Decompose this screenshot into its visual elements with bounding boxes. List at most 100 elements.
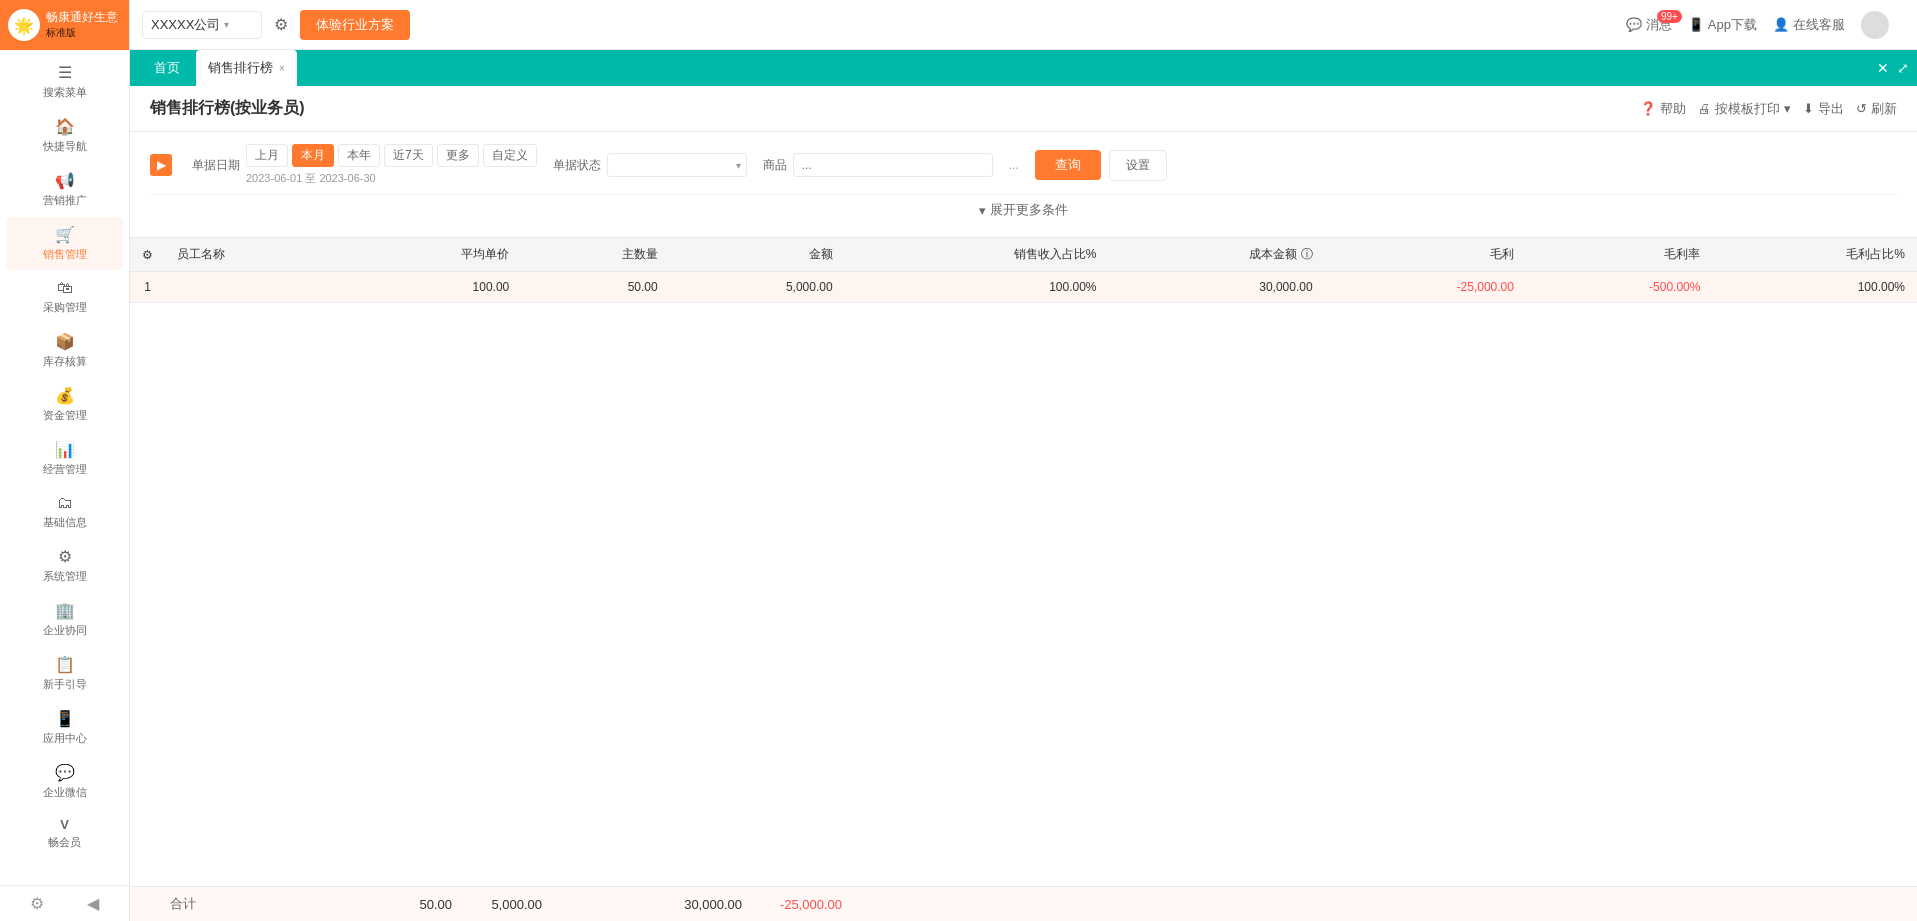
- cell-sales-pct: 100.00%: [845, 272, 1109, 303]
- purchase-icon: 🛍: [57, 279, 73, 297]
- topbar-settings-icon[interactable]: ⚙: [274, 15, 288, 34]
- footer-cells: 50.00 5,000.00 30,000.00 -25,000.00: [292, 897, 1905, 912]
- basic-info-icon: 🗂: [57, 494, 73, 512]
- goods-input[interactable]: [793, 153, 993, 177]
- tab-close-icon[interactable]: ×: [279, 63, 285, 74]
- guide-icon: 📋: [55, 655, 75, 674]
- tab-label: 销售排行榜: [208, 59, 273, 77]
- print-icon: 🖨: [1698, 101, 1711, 116]
- filter-expand-toggle[interactable]: ▶: [150, 154, 172, 176]
- footer-cost: 30,000.00: [642, 897, 742, 912]
- window-expand-icon[interactable]: ⤢: [1897, 60, 1909, 76]
- topbar-right: 💬 消息 99+ 📱 App下载 👤 在线客服: [1626, 11, 1905, 39]
- online-service-btn[interactable]: 👤 在线客服: [1773, 16, 1845, 34]
- date-btn-more[interactable]: 更多: [437, 144, 479, 167]
- company-dropdown-chevron: ▾: [224, 19, 229, 30]
- search-menu-icon: ☰: [58, 63, 72, 82]
- cell-gross-pct: 100.00%: [1712, 272, 1917, 303]
- query-btn[interactable]: 查询: [1035, 150, 1101, 180]
- template-print-label: 按模板打印: [1715, 100, 1780, 118]
- refresh-label: 刷新: [1871, 100, 1897, 118]
- footer-blank1: [292, 897, 372, 912]
- date-range-buttons: 上月 本月 本年 近7天 更多 自定义: [246, 144, 537, 167]
- tab-sales-ranking[interactable]: 销售排行榜 ×: [196, 50, 297, 86]
- sidebar-item-label: 销售管理: [43, 247, 87, 262]
- sidebar-item-search[interactable]: ☰ 搜索菜单: [6, 55, 123, 108]
- footer-blank2: [542, 897, 642, 912]
- sidebar-item-label: 资金管理: [43, 408, 87, 423]
- sidebar-item-app-center[interactable]: 📱 应用中心: [6, 701, 123, 754]
- sidebar-item-label: 经营管理: [43, 462, 87, 477]
- member-icon: V: [60, 817, 69, 832]
- try-industry-btn[interactable]: 体验行业方案: [300, 10, 410, 40]
- more-filter-btn[interactable]: ...: [1009, 158, 1019, 172]
- app-name: 畅康通好生意: [46, 10, 118, 26]
- sidebar-item-purchase[interactable]: 🛍 采购管理: [6, 271, 123, 323]
- sidebar-item-label: 应用中心: [43, 731, 87, 746]
- filter-goods: 商品: [763, 153, 993, 177]
- date-btn-custom[interactable]: 自定义: [483, 144, 537, 167]
- sidebar-item-member[interactable]: V 畅会员: [6, 809, 123, 858]
- app-logo: 🌟 畅康通好生意 标准版: [0, 0, 129, 50]
- online-service-icon: 👤: [1773, 17, 1789, 32]
- tab-home[interactable]: 首页: [138, 50, 196, 86]
- app-download-btn[interactable]: 📱 App下载: [1688, 16, 1757, 34]
- col-avg-price: 平均单价: [343, 238, 521, 272]
- window-controls: ✕ ⤢: [1877, 60, 1909, 76]
- refresh-btn[interactable]: ↺ 刷新: [1856, 100, 1897, 118]
- template-print-btn[interactable]: 🖨 按模板打印 ▾: [1698, 100, 1791, 118]
- col-settings[interactable]: ⚙: [130, 238, 165, 272]
- date-btn-this-year[interactable]: 本年: [338, 144, 380, 167]
- sidebar-item-label: 基础信息: [43, 515, 87, 530]
- message-badge: 99+: [1657, 10, 1682, 23]
- sidebar-item-guide[interactable]: 📋 新手引导: [6, 647, 123, 700]
- sidebar-item-enterprise-wx[interactable]: 💬 企业微信: [6, 755, 123, 808]
- status-select[interactable]: [607, 153, 747, 177]
- sidebar-collapse-btn[interactable]: ◀: [87, 894, 99, 913]
- window-close-icon[interactable]: ✕: [1877, 60, 1889, 76]
- sidebar-item-system[interactable]: ⚙ 系统管理: [6, 539, 123, 592]
- help-btn[interactable]: ❓ 帮助: [1640, 100, 1686, 118]
- sidebar-item-label: 新手引导: [43, 677, 87, 692]
- sidebar-item-marketing[interactable]: 📢 营销推广: [6, 163, 123, 216]
- app-edition: 标准版: [46, 26, 118, 40]
- filter-date: 单据日期 上月 本月 本年 近7天 更多 自定义 2023-06-01 至 20…: [192, 144, 537, 186]
- company-selector[interactable]: XXXXX公司 ▾: [142, 11, 262, 39]
- home-icon: 🏠: [55, 117, 75, 136]
- sidebar-item-label: 快捷导航: [43, 139, 87, 154]
- cell-cost: 30,000.00: [1109, 272, 1325, 303]
- page-header: 销售排行榜(按业务员) ❓ 帮助 🖨 按模板打印 ▾ ⬇ 导出 ↺ 刷新: [130, 86, 1917, 132]
- sidebar-item-label: 库存核算: [43, 354, 87, 369]
- settings-link-btn[interactable]: 设置: [1109, 150, 1167, 181]
- topbar: XXXXX公司 ▾ ⚙ 体验行业方案 💬 消息 99+ 📱 App下载 👤 在线…: [130, 0, 1917, 50]
- user-avatar[interactable]: [1861, 11, 1889, 39]
- date-btn-this-month[interactable]: 本月: [292, 144, 334, 167]
- page-header-actions: ❓ 帮助 🖨 按模板打印 ▾ ⬇ 导出 ↺ 刷新: [1640, 100, 1897, 118]
- export-btn[interactable]: ⬇ 导出: [1803, 100, 1844, 118]
- sidebar-item-finance[interactable]: 💰 资金管理: [6, 378, 123, 431]
- system-icon: ⚙: [58, 547, 72, 566]
- date-btn-last-month[interactable]: 上月: [246, 144, 288, 167]
- date-btn-7days[interactable]: 近7天: [384, 144, 433, 167]
- sidebar-item-sales[interactable]: 🛒 销售管理: [6, 217, 123, 270]
- sidebar-item-operations[interactable]: 📊 经营管理: [6, 432, 123, 485]
- sidebar-item-label: 企业微信: [43, 785, 87, 800]
- sidebar-item-basic-info[interactable]: 🗂 基础信息: [6, 486, 123, 538]
- export-icon: ⬇: [1803, 101, 1814, 116]
- sidebar-nav: ☰ 搜索菜单 🏠 快捷导航 📢 营销推广 🛒 销售管理 🛍 采购管理 📦 库存核…: [0, 50, 129, 885]
- sidebar-item-label: 采购管理: [43, 300, 87, 315]
- cell-name: [165, 272, 343, 303]
- sidebar-settings-btn[interactable]: ⚙: [30, 894, 44, 913]
- status-select-wrap: [607, 153, 747, 177]
- online-service-label: 在线客服: [1793, 16, 1845, 34]
- sidebar-item-enterprise[interactable]: 🏢 企业协同: [6, 593, 123, 646]
- finance-icon: 💰: [55, 386, 75, 405]
- sidebar-item-inventory[interactable]: 📦 库存核算: [6, 324, 123, 377]
- sidebar-item-quick-nav[interactable]: 🏠 快捷导航: [6, 109, 123, 162]
- message-btn[interactable]: 💬 消息 99+: [1626, 16, 1672, 34]
- expand-conditions-btn[interactable]: ▾ 展开更多条件: [150, 194, 1897, 225]
- enterprise-wx-icon: 💬: [55, 763, 75, 782]
- status-filter-label: 单据状态: [553, 157, 601, 174]
- col-name: 员工名称: [165, 238, 343, 272]
- cell-amount: 5,000.00: [670, 272, 845, 303]
